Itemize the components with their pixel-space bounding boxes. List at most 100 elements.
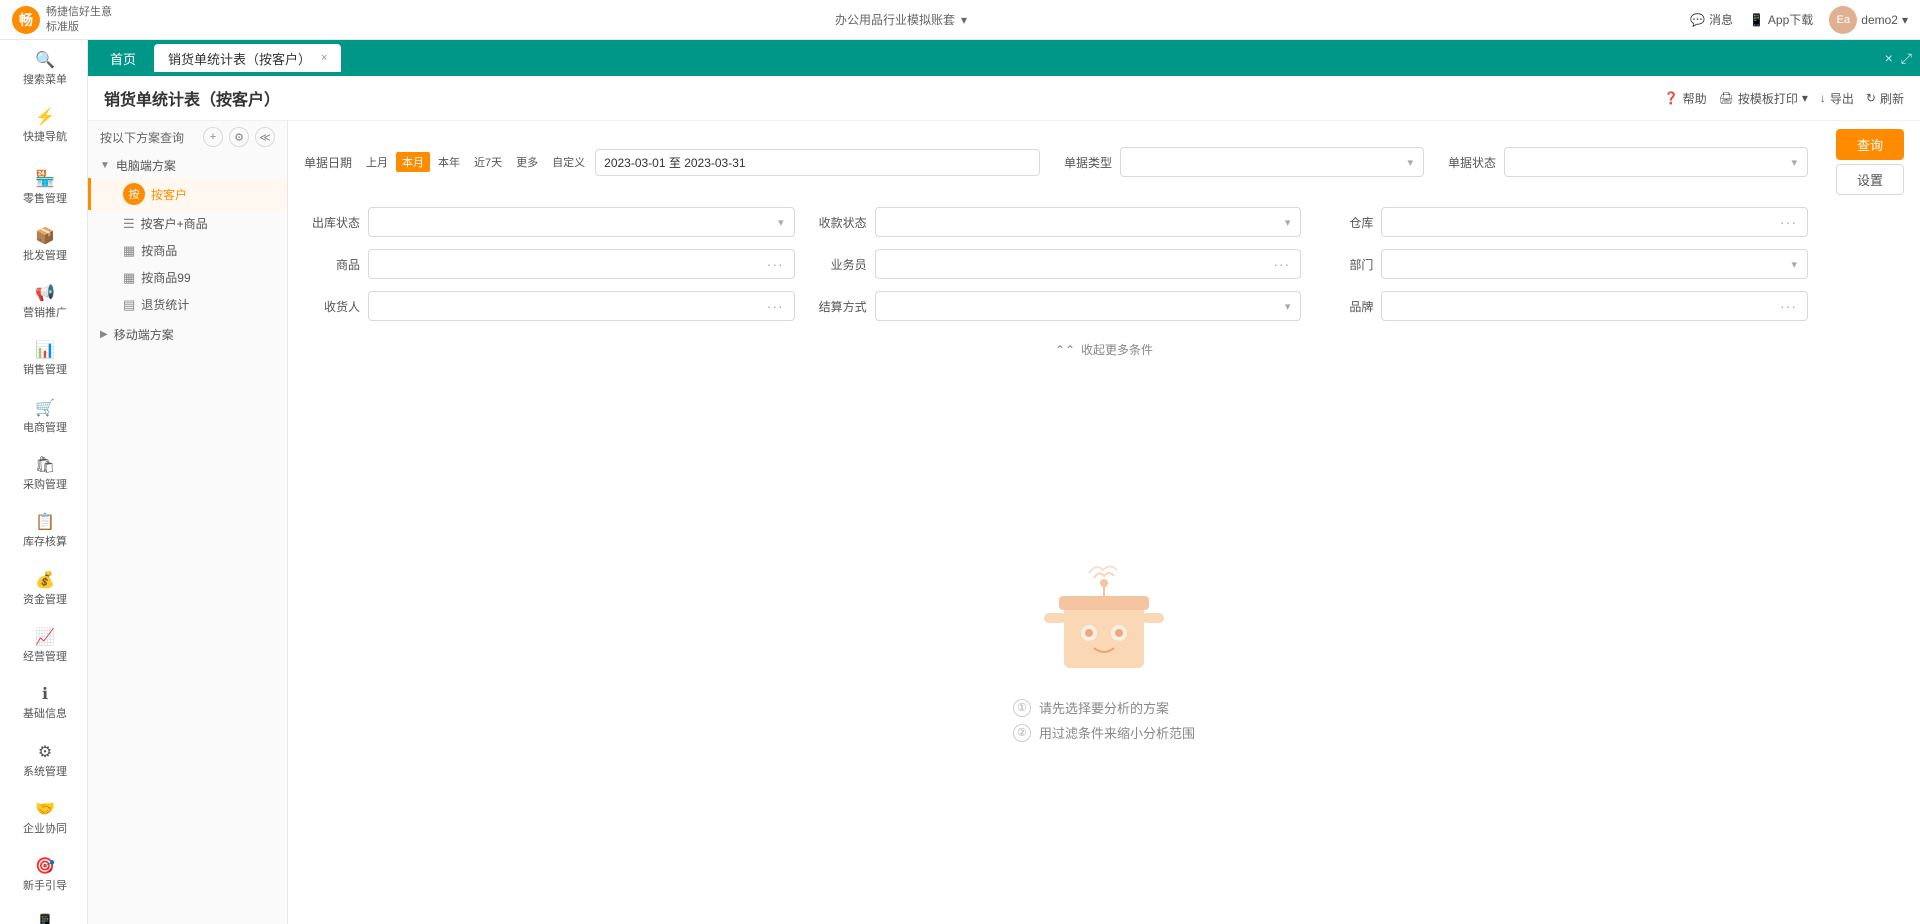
out-status-select[interactable]: ▾ (368, 207, 795, 237)
more-date-button[interactable]: 更多 (510, 152, 544, 172)
tab-minimize-button[interactable]: × (1885, 50, 1893, 67)
receipt-status-select[interactable]: ▾ (875, 207, 1302, 237)
goods-select[interactable]: ··· (368, 249, 795, 279)
help-button[interactable]: ❓ 帮助 (1664, 90, 1707, 107)
sidebar-item-retail[interactable]: 🏪 零售管理 (0, 159, 87, 216)
desktop-group-title[interactable]: ▼ 电脑端方案 (88, 153, 287, 178)
filter-receiver-item: 收货人 ··· (304, 291, 795, 321)
empty-hint-1: ① 请先选择要分析的方案 (1013, 698, 1195, 717)
settlement-chevron-icon: ▾ (1285, 300, 1291, 313)
page-actions: ❓ 帮助 🖨 按模板打印 ▾ ↓ 导出 ↻ 刷新 (1664, 90, 1904, 107)
docstatus-chevron-icon: ▾ (1791, 156, 1797, 169)
sidebar-item-marketing[interactable]: 📢 营销推广 (0, 273, 87, 330)
print-button[interactable]: 🖨 按模板打印 ▾ (1719, 90, 1808, 107)
sidebar-item-operations[interactable]: 📈 经营管理 (0, 617, 87, 674)
department-select[interactable]: ▾ (1381, 249, 1808, 279)
scheme-item-returns[interactable]: ▤ 退货统计 (88, 291, 287, 318)
filter-docstatus-item: 单据状态 ▾ (1440, 147, 1808, 177)
salesman-select[interactable]: ··· (875, 249, 1302, 279)
scheme-item-by-customer[interactable]: 按 按客户 (88, 178, 287, 210)
setting-scheme-button[interactable]: ⚙ (229, 127, 249, 147)
filter-goods-item: 商品 ··· (304, 249, 795, 279)
sidebar-item-quicknav[interactable]: ⚡ 快捷导航 (0, 97, 87, 154)
logo-text: 畅捷信好生意 标准版 (46, 5, 112, 34)
sidebar-item-finance[interactable]: 💰 资金管理 (0, 560, 87, 617)
logo-area: 畅 畅捷信好生意 标准版 (12, 5, 112, 34)
mobile-group-title[interactable]: ▶ 移动端方案 (88, 322, 287, 347)
page-wrapper: 销货单统计表（按客户） ❓ 帮助 🖨 按模板打印 ▾ ↓ 导出 (88, 76, 1920, 924)
warehouse-select[interactable]: ··· (1381, 207, 1808, 237)
last7days-button[interactable]: 近7天 (468, 152, 508, 172)
add-scheme-button[interactable]: + (203, 127, 223, 147)
desktop-scheme-group: ▼ 电脑端方案 按 按客户 ☰ 按客户+商品 (88, 153, 287, 318)
scheme-item-by-goods99[interactable]: ▦ 按商品99 (88, 264, 287, 291)
active-scheme-icon: 按 (123, 183, 145, 205)
industry-selector[interactable]: 办公用品行业模拟账套 ▾ (835, 11, 967, 28)
export-button[interactable]: ↓ 导出 (1820, 90, 1854, 107)
message-button[interactable]: 💬 消息 (1690, 11, 1733, 28)
sidebar-item-inventory[interactable]: 📋 库存核算 (0, 502, 87, 559)
scheme-header: 按以下方案查询 + ⚙ ≪ (88, 121, 287, 153)
collapse-scheme-button[interactable]: ≪ (255, 127, 275, 147)
tab-maximize-button[interactable]: ⤢ (1901, 50, 1912, 67)
goods-dots-icon: ··· (767, 256, 784, 272)
user-menu[interactable]: Ea demo2 ▾ (1829, 6, 1908, 34)
wholesale-icon: 📦 (35, 226, 55, 246)
collab-icon: 🤝 (35, 799, 55, 819)
sidebar-item-wholesale[interactable]: 📦 批发管理 (0, 216, 87, 273)
date-range-control: 上月 本月 本年 近7天 更多 自定义 2023-0 (360, 149, 1040, 176)
purchase-icon: 🛍 (35, 455, 55, 475)
empty-inner: ① 请先选择要分析的方案 ② 用过滤条件来缩小分析范围 (1013, 548, 1195, 742)
refresh-button[interactable]: ↻ 刷新 (1866, 90, 1904, 107)
sidebar-item-search[interactable]: 🔍 搜索菜单 (0, 40, 87, 97)
app-download-button[interactable]: 📱 App下载 (1749, 11, 1813, 28)
query-button[interactable]: 查询 (1836, 129, 1904, 160)
settings-button[interactable]: 设置 (1836, 164, 1904, 195)
sidebar-item-ecommerce[interactable]: 🛒 电商管理 (0, 388, 87, 445)
avatar: Ea (1829, 6, 1857, 34)
sidebar-item-basic-info[interactable]: ℹ 基础信息 (0, 674, 87, 731)
doc-type-select[interactable]: ▾ (1120, 147, 1424, 177)
body-with-nav: 按以下方案查询 + ⚙ ≪ ▼ 电脑端方案 (88, 121, 1920, 924)
sidebar-item-sales[interactable]: 📊 销售管理 (0, 330, 87, 387)
quicknav-icon: ⚡ (35, 107, 55, 127)
custom-date-button[interactable]: 自定义 (546, 152, 591, 172)
collapse-button[interactable]: ⌃⌃ 收起更多条件 (1055, 341, 1153, 358)
filter-date-item: 单据日期 上月 本月 本年 近7天 更多 自定义 (304, 149, 1040, 176)
date-quick-buttons: 上月 本月 本年 近7天 更多 自定义 (360, 152, 591, 172)
prev-month-button[interactable]: 上月 (360, 152, 394, 172)
cur-year-button[interactable]: 本年 (432, 152, 466, 172)
scheme-item-by-customer-goods[interactable]: ☰ 按客户+商品 (88, 210, 287, 237)
filter-grid: 单据日期 上月 本月 本年 近7天 更多 自定义 (288, 129, 1920, 321)
sidebar-item-guide[interactable]: 🎯 新手引导 (0, 846, 87, 903)
ecommerce-icon: 🛒 (35, 398, 55, 418)
doc-status-select[interactable]: ▾ (1504, 147, 1808, 177)
sidebar-item-purchase[interactable]: 🛍 采购管理 (0, 445, 87, 502)
tab-active[interactable]: 销货单统计表（按客户） × (154, 44, 341, 72)
sidebar-item-system[interactable]: ⚙ 系统管理 (0, 732, 87, 789)
sidebar-item-appcenter[interactable]: 📱 应用中心 (0, 903, 87, 924)
tab-home[interactable]: 首页 (96, 44, 150, 72)
tab-close-button[interactable]: × (321, 52, 327, 64)
scheme-item-by-goods[interactable]: ▦ 按商品 (88, 237, 287, 264)
brand-select[interactable]: ··· (1381, 291, 1808, 321)
guide-icon: 🎯 (35, 856, 55, 876)
marketing-icon: 📢 (35, 283, 55, 303)
sidebar-item-collab[interactable]: 🤝 企业协同 (0, 789, 87, 846)
sidebar: 🔍 搜索菜单 ⚡ 快捷导航 🏪 零售管理 📦 批发管理 📢 营销推广 📊 销售管… (0, 40, 88, 924)
cur-month-button[interactable]: 本月 (396, 152, 430, 172)
receiver-select[interactable]: ··· (368, 291, 795, 321)
query-buttons: 查询 设置 (1836, 129, 1904, 195)
filter-warehouse-item: 仓库 ··· (1317, 207, 1808, 237)
help-icon: ❓ (1664, 91, 1679, 105)
inventory-icon: 📋 (35, 512, 55, 532)
collapse-up-icon: ⌃⌃ (1055, 343, 1075, 357)
date-input[interactable]: 2023-03-01 至 2023-03-31 (595, 149, 1040, 176)
receiver-dots-icon: ··· (767, 298, 784, 314)
scheme-header-actions: + ⚙ ≪ (203, 127, 275, 147)
top-bar-right: 💬 消息 📱 App下载 Ea demo2 ▾ (1690, 6, 1908, 34)
app-logo: 畅 (12, 6, 40, 34)
sales-icon: 📊 (35, 340, 55, 360)
settlement-select[interactable]: ▾ (875, 291, 1302, 321)
print-dropdown-icon: ▾ (1802, 91, 1808, 105)
